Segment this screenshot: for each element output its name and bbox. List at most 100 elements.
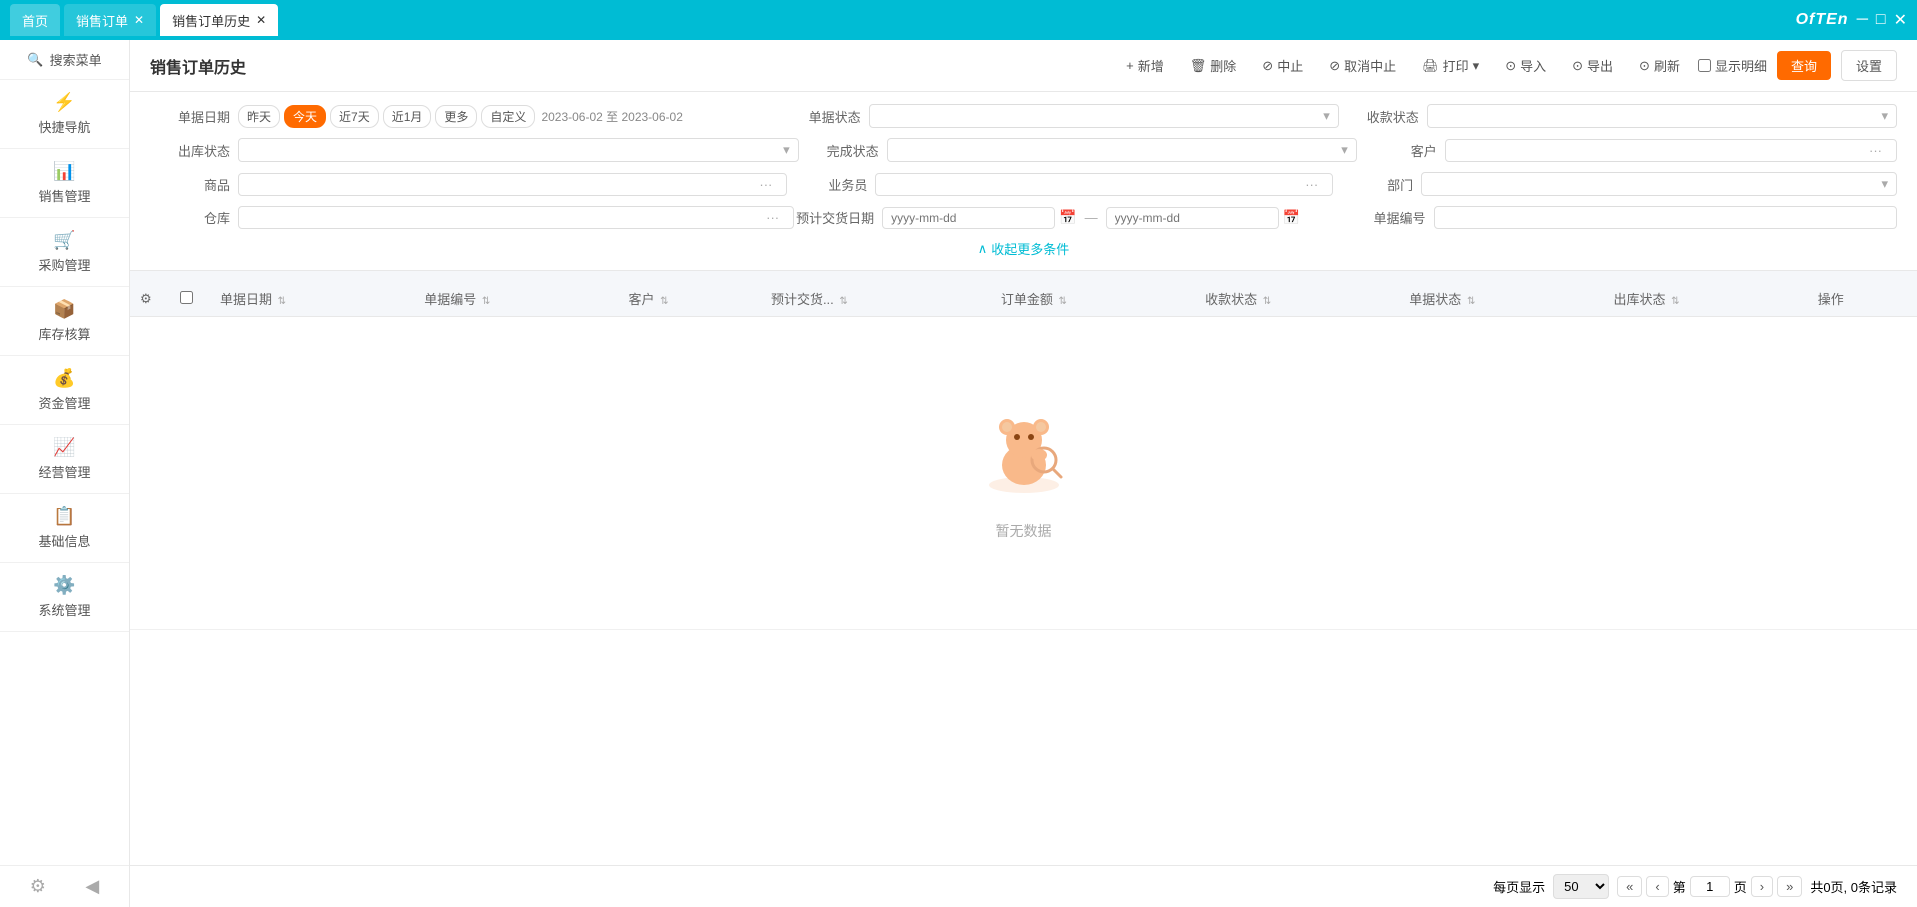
- delivery-date-start[interactable]: [882, 207, 1055, 229]
- sidebar-item-ops-mgmt-label: 经营管理: [38, 462, 90, 481]
- delivery-date-end-cal-icon[interactable]: 📅: [1283, 209, 1300, 226]
- goods-label: 商品: [150, 175, 230, 194]
- customer-field: ···: [1445, 139, 1897, 162]
- th-delivery[interactable]: 预计交货... ⇅: [761, 281, 991, 317]
- pill-7days[interactable]: 近7天: [330, 105, 379, 128]
- sidebar-item-purchase-mgmt[interactable]: 🛒 采购管理: [0, 218, 129, 287]
- print-label: 打印: [1443, 56, 1469, 75]
- salesman-dots-icon[interactable]: ···: [1299, 177, 1324, 192]
- delivery-date-start-cal-icon[interactable]: 📅: [1059, 209, 1076, 226]
- pill-1month[interactable]: 近1月: [383, 105, 432, 128]
- close-button[interactable]: ✕: [1894, 10, 1907, 30]
- delete-button[interactable]: 🗑 删除: [1182, 52, 1245, 79]
- collapse-up-icon: ∧: [978, 241, 988, 257]
- warehouse-out-select[interactable]: ▾: [238, 138, 799, 162]
- tab-sales-history-close[interactable]: ✕: [256, 13, 266, 27]
- th-customer-label: 客户: [628, 292, 654, 307]
- print-button[interactable]: 🖨 打印 ▾: [1414, 52, 1487, 79]
- sidebar-search[interactable]: 🔍 搜索菜单: [0, 40, 129, 80]
- order-no-input[interactable]: [1434, 206, 1897, 229]
- th-payment-status[interactable]: 收款状态 ⇅: [1195, 281, 1399, 317]
- sidebar-item-sales-mgmt-label: 销售管理: [38, 186, 90, 205]
- pill-yesterday[interactable]: 昨天: [238, 105, 280, 128]
- warehouse-dots-icon[interactable]: ···: [760, 210, 785, 225]
- select-all-checkbox[interactable]: [180, 291, 193, 304]
- page-size-select[interactable]: 50 10 20 100: [1553, 874, 1609, 899]
- department-select[interactable]: ▾: [1421, 172, 1897, 196]
- order-status-select[interactable]: ▾: [869, 104, 1339, 128]
- delivery-date-field: 📅 — 📅: [882, 207, 1345, 229]
- customer-label: 客户: [1357, 141, 1437, 160]
- warehouse-field: ···: [238, 206, 794, 229]
- order-no-label: 单据编号: [1346, 208, 1426, 227]
- sidebar-item-quick-nav[interactable]: ⚡ 快捷导航: [0, 80, 129, 149]
- collapse-row[interactable]: ∧ 收起更多条件: [150, 239, 1897, 258]
- th-date[interactable]: 单据日期 ⇅: [210, 281, 414, 317]
- th-amount[interactable]: 订单金额 ⇅: [991, 281, 1195, 317]
- tab-sales-history[interactable]: 销售订单历史 ✕: [160, 4, 278, 36]
- first-page-button[interactable]: «: [1617, 876, 1642, 897]
- last-page-button[interactable]: »: [1777, 876, 1802, 897]
- payment-status-arrow-icon: ▾: [1881, 108, 1888, 124]
- completion-status-arrow-icon: ▾: [1341, 142, 1348, 158]
- minimize-button[interactable]: ─: [1857, 11, 1868, 29]
- th-order-status-sort-icon: ⇅: [1467, 296, 1475, 307]
- export-button[interactable]: ⊙ 导出: [1564, 52, 1621, 79]
- page-nav: « ‹ 第 页 › »: [1617, 876, 1802, 897]
- tab-sales-history-label: 销售订单历史: [172, 11, 250, 30]
- show-detail-input[interactable]: [1698, 59, 1711, 72]
- query-button[interactable]: 查询: [1777, 51, 1831, 80]
- next-page-button[interactable]: ›: [1751, 876, 1773, 897]
- th-order-status[interactable]: 单据状态 ⇅: [1399, 281, 1603, 317]
- sidebar-item-sales-mgmt[interactable]: 📊 销售管理: [0, 149, 129, 218]
- sidebar-item-basic-info[interactable]: 📋 基础信息: [0, 494, 129, 563]
- new-button[interactable]: + 新增: [1118, 52, 1172, 79]
- payment-status-select[interactable]: ▾: [1427, 104, 1897, 128]
- sidebar-item-inventory[interactable]: 📦 库存核算: [0, 287, 129, 356]
- salesman-input[interactable]: ···: [875, 173, 1333, 196]
- th-order-status-label: 单据状态: [1409, 292, 1461, 307]
- page-title: 销售订单历史: [150, 54, 246, 78]
- pagination: 每页显示 50 10 20 100 « ‹ 第 页 › » 共0页, 0条记录: [130, 865, 1917, 907]
- show-detail-label: 显示明细: [1715, 56, 1767, 75]
- pill-custom[interactable]: 自定义: [481, 105, 535, 128]
- prev-page-button[interactable]: ‹: [1646, 876, 1668, 897]
- goods-field: ···: [238, 173, 787, 196]
- cancel-stop-label: 取消中止: [1344, 56, 1396, 75]
- sidebar-item-ops-mgmt[interactable]: 📈 经营管理: [0, 425, 129, 494]
- sidebar-item-sys-mgmt[interactable]: ⚙️ 系统管理: [0, 563, 129, 632]
- current-page-input[interactable]: [1690, 876, 1730, 897]
- filter-row-1: 单据日期 昨天 今天 近7天 近1月 更多 自定义 2023-06-02 至 2…: [150, 104, 1897, 128]
- tab-sales-order[interactable]: 销售订单 ✕: [64, 4, 156, 36]
- th-checkbox[interactable]: [170, 281, 210, 317]
- settings-button[interactable]: 设置: [1841, 50, 1897, 81]
- tab-sales-order-close[interactable]: ✕: [134, 13, 144, 27]
- goods-input[interactable]: ···: [238, 173, 787, 196]
- cancel-stop-button[interactable]: ⊘ 取消中止: [1321, 52, 1404, 79]
- pill-today[interactable]: 今天: [284, 105, 326, 128]
- total-info: 共0页, 0条记录: [1810, 877, 1897, 896]
- completion-status-select[interactable]: ▾: [887, 138, 1357, 162]
- refresh-button[interactable]: ⊙ 刷新: [1631, 52, 1688, 79]
- stop-icon: ⊘: [1262, 58, 1273, 74]
- print-arrow-icon: ▾: [1473, 58, 1480, 74]
- th-warehouse-status[interactable]: 出库状态 ⇅: [1604, 281, 1808, 317]
- sidebar-item-finance[interactable]: 💰 资金管理: [0, 356, 129, 425]
- th-customer[interactable]: 客户 ⇅: [618, 281, 761, 317]
- customer-input[interactable]: ···: [1445, 139, 1897, 162]
- sidebar-settings-icon[interactable]: ⚙: [30, 876, 46, 897]
- maximize-button[interactable]: □: [1876, 11, 1886, 29]
- warehouse-input[interactable]: ···: [238, 206, 794, 229]
- th-settings[interactable]: ⚙: [130, 281, 170, 317]
- stop-button[interactable]: ⊘ 中止: [1254, 52, 1311, 79]
- show-detail-checkbox[interactable]: 显示明细: [1698, 56, 1767, 75]
- sidebar-collapse-icon[interactable]: ◀: [85, 876, 99, 897]
- delivery-date-end[interactable]: [1106, 207, 1279, 229]
- th-no[interactable]: 单据编号 ⇅: [414, 281, 618, 317]
- tab-home[interactable]: 首页: [10, 4, 60, 36]
- customer-dots-icon[interactable]: ···: [1863, 143, 1888, 158]
- pill-more[interactable]: 更多: [435, 105, 477, 128]
- import-button[interactable]: ⊙ 导入: [1497, 52, 1554, 79]
- import-label: 导入: [1520, 56, 1546, 75]
- goods-dots-icon[interactable]: ···: [753, 177, 778, 192]
